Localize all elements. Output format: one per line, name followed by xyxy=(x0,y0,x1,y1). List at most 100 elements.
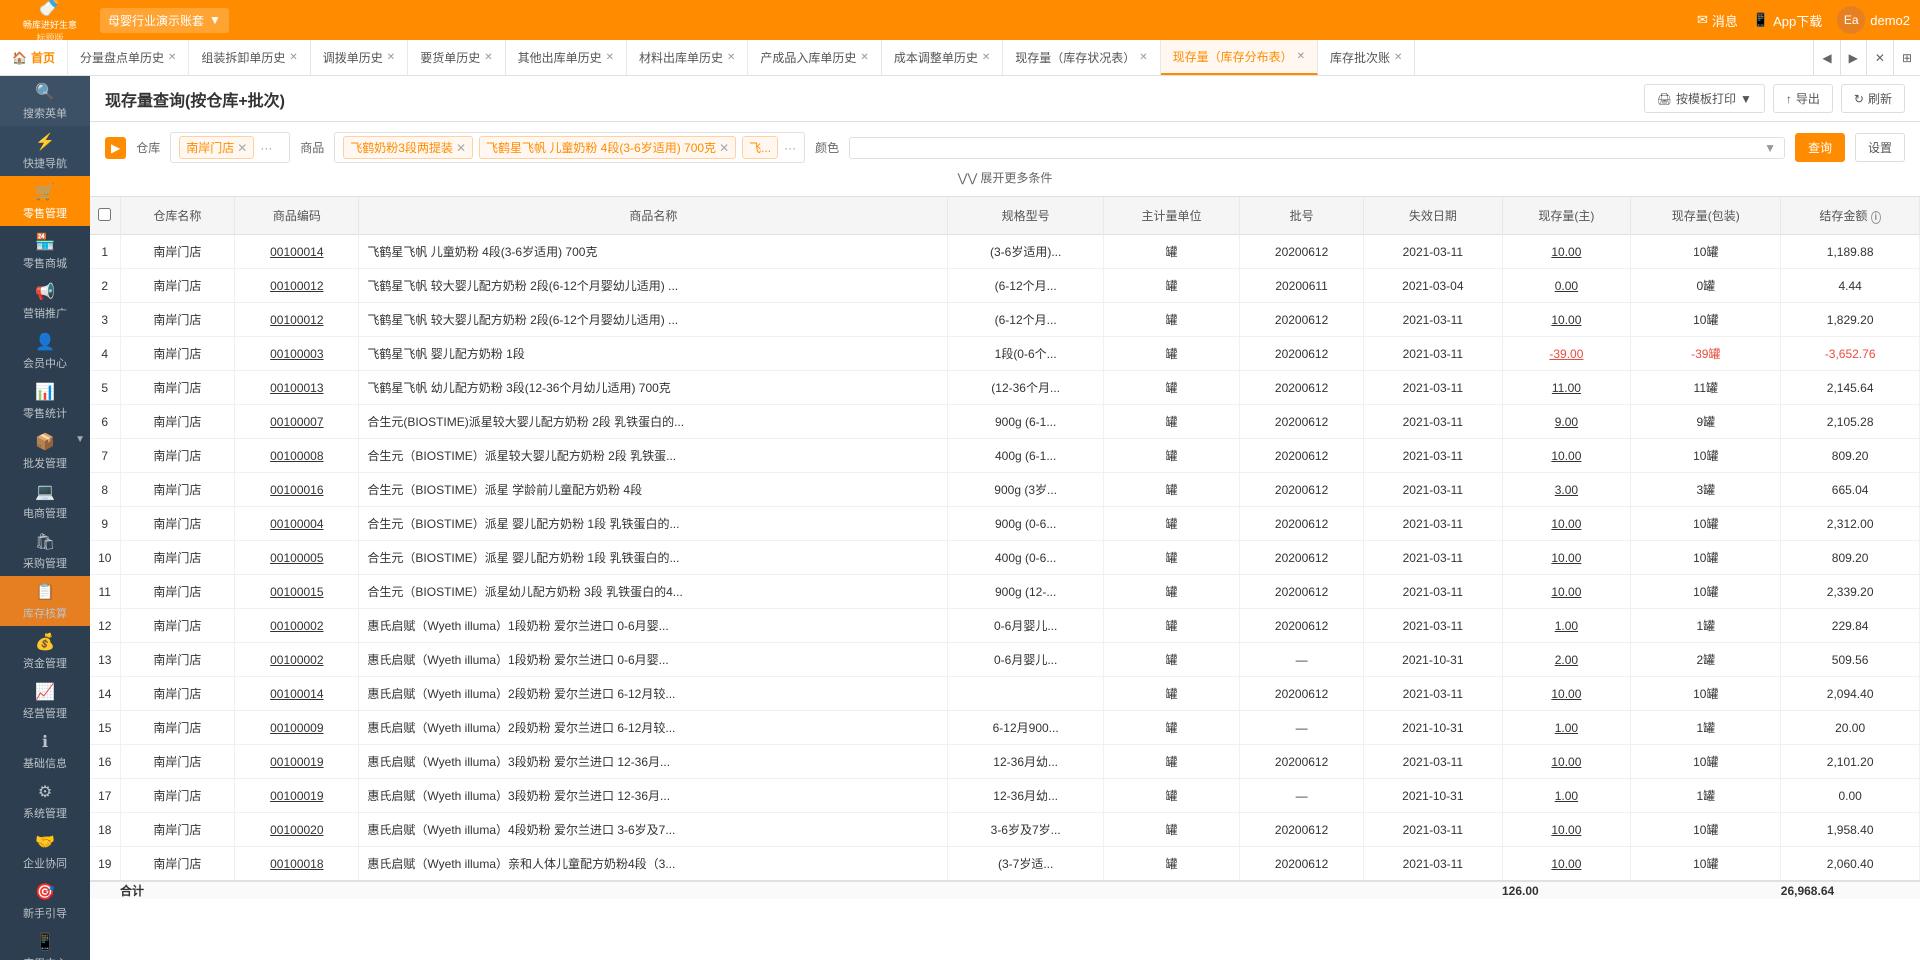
cell-qty-main[interactable]: 1.00 xyxy=(1502,711,1631,745)
tab-inventory-status[interactable]: 现存量（库存状况表） ✕ xyxy=(1003,40,1160,75)
app-download-label: App下载 xyxy=(1773,11,1822,30)
cell-qty-main[interactable]: 10.00 xyxy=(1502,439,1631,473)
close-icon[interactable]: ✕ xyxy=(289,52,297,63)
tab-inventory-dist[interactable]: 现存量（库存分布表） ✕ xyxy=(1161,40,1318,75)
cell-qty-main[interactable]: 1.00 xyxy=(1502,779,1631,813)
sidebar-item-collab[interactable]: 🤝 企业协同 xyxy=(0,826,90,876)
tab-cost-adjust[interactable]: 成本调整单历史 ✕ xyxy=(882,40,1003,75)
cell-qty-main[interactable]: 9.00 xyxy=(1502,405,1631,439)
sidebar-item-operation[interactable]: 📈 经营管理 xyxy=(0,676,90,726)
tab-material-out[interactable]: 材料出库单历史 ✕ xyxy=(627,40,748,75)
close-icon[interactable]: ✕ xyxy=(387,52,395,63)
company-selector[interactable]: 母婴行业演示账套 ▼ xyxy=(100,8,229,33)
filter-expand-btn[interactable]: ▶ xyxy=(105,137,126,159)
cell-code: 00100002 xyxy=(235,643,359,677)
cell-qty-main[interactable]: -39.00 xyxy=(1502,337,1631,371)
tab-next-btn[interactable]: ▶ xyxy=(1840,40,1866,76)
cell-unit: 罐 xyxy=(1104,473,1240,507)
sidebar-item-retail[interactable]: 🛒 零售管理 xyxy=(0,176,90,226)
cell-qty-main[interactable]: 0.00 xyxy=(1502,269,1631,303)
tab-home[interactable]: 🏠 首页 xyxy=(0,40,68,75)
product-filter[interactable]: 飞鹤奶粉3段两提装 ✕ 飞鹤星飞帆 儿童奶粉 4段(3-6岁适用) 700克 ✕… xyxy=(334,132,805,163)
sidebar-item-system[interactable]: ⚙ 系统管理 xyxy=(0,776,90,826)
sidebar-item-newbie[interactable]: 🎯 新手引导 xyxy=(0,876,90,926)
tab-close-btn[interactable]: ✕ xyxy=(1866,40,1893,76)
remove-product2-icon[interactable]: ✕ xyxy=(719,141,729,155)
tab-order[interactable]: 要货单历史 ✕ xyxy=(408,40,505,75)
export-button[interactable]: ↑ 导出 xyxy=(1773,84,1833,113)
tab-prev-btn[interactable]: ◀ xyxy=(1813,40,1839,76)
cell-qty-main[interactable]: 10.00 xyxy=(1502,507,1631,541)
remove-warehouse-icon[interactable]: ✕ xyxy=(237,141,247,155)
cell-qty-main[interactable]: 10.00 xyxy=(1502,745,1631,779)
sidebar-item-marketing[interactable]: 📢 营销推广 xyxy=(0,276,90,326)
tab-batch-ledger[interactable]: 库存批次账 ✕ xyxy=(1318,40,1415,75)
sidebar-item-quicknav[interactable]: ⚡ 快捷导航 xyxy=(0,126,90,176)
close-icon[interactable]: ✕ xyxy=(1297,51,1305,62)
cell-qty-main[interactable]: 1.00 xyxy=(1502,609,1631,643)
cell-batch: 20200612 xyxy=(1239,847,1363,882)
cell-qty-main[interactable]: 10.00 xyxy=(1502,235,1631,269)
remove-product1-icon[interactable]: ✕ xyxy=(456,141,466,155)
sidebar-item-basic[interactable]: ℹ 基础信息 xyxy=(0,726,90,776)
cell-qty-main[interactable]: 2.00 xyxy=(1502,643,1631,677)
tab-product-in[interactable]: 产成品入库单历史 ✕ xyxy=(748,40,881,75)
app-download-button[interactable]: 📱 App下载 xyxy=(1753,11,1822,30)
cell-unit: 罐 xyxy=(1104,337,1240,371)
product-tag3[interactable]: 飞... xyxy=(742,136,778,159)
close-icon[interactable]: ✕ xyxy=(1139,52,1147,63)
print-button[interactable]: 🖨 按模板打印 ▼ xyxy=(1644,84,1765,113)
tab-assembly[interactable]: 组装拆卸单历史 ✕ xyxy=(189,40,310,75)
sidebar-item-stats[interactable]: 📊 零售统计 xyxy=(0,376,90,426)
tab-more-btn[interactable]: ⊞ xyxy=(1893,40,1920,76)
cell-amount: 2,312.00 xyxy=(1781,507,1920,541)
cell-qty-main[interactable]: 10.00 xyxy=(1502,813,1631,847)
cell-warehouse: 南岸门店 xyxy=(120,711,235,745)
cell-qty-main[interactable]: 10.00 xyxy=(1502,303,1631,337)
cell-batch: 20200612 xyxy=(1239,337,1363,371)
tab-other-out[interactable]: 其他出库单历史 ✕ xyxy=(506,40,627,75)
close-icon[interactable]: ✕ xyxy=(168,52,176,63)
refresh-button[interactable]: ↻ 刷新 xyxy=(1841,84,1905,113)
cell-no: 17 xyxy=(90,779,120,813)
cell-qty-main[interactable]: 10.00 xyxy=(1502,541,1631,575)
color-filter[interactable]: ▼ xyxy=(849,137,1785,159)
sidebar-item-purchase[interactable]: 🛍 采购管理 xyxy=(0,526,90,576)
select-all-checkbox[interactable] xyxy=(98,208,111,221)
sidebar-item-wholesale[interactable]: 📦 批发管理 ▼ xyxy=(0,426,90,476)
cell-qty-main[interactable]: 10.00 xyxy=(1502,575,1631,609)
cell-qty-main[interactable]: 3.00 xyxy=(1502,473,1631,507)
warehouse-more-icon[interactable]: ··· xyxy=(260,141,272,155)
sidebar-item-inventory[interactable]: 📋 库存核算 xyxy=(0,576,90,626)
expand-more-btn[interactable]: ⋁⋁ 展开更多条件 xyxy=(958,169,1053,186)
close-icon[interactable]: ✕ xyxy=(727,52,735,63)
cell-qty-main[interactable]: 11.00 xyxy=(1502,371,1631,405)
col-check[interactable] xyxy=(90,197,120,235)
warehouse-filter[interactable]: 南岸门店 ✕ ··· xyxy=(170,132,290,163)
tab-transfer[interactable]: 调拨单历史 ✕ xyxy=(311,40,408,75)
logo-text: 畅库进好生意 xyxy=(23,18,77,31)
close-icon[interactable]: ✕ xyxy=(982,52,990,63)
sidebar-item-members[interactable]: 👤 会员中心 xyxy=(0,326,90,376)
message-button[interactable]: ✉ 消息 xyxy=(1697,11,1738,30)
close-icon[interactable]: ✕ xyxy=(860,52,868,63)
sidebar-item-shop[interactable]: 🏪 零售商城 xyxy=(0,226,90,276)
cell-qty-main[interactable]: 10.00 xyxy=(1502,847,1631,882)
product-tag2[interactable]: 飞鹤星飞帆 儿童奶粉 4段(3-6岁适用) 700克 ✕ xyxy=(479,136,736,159)
close-icon[interactable]: ✕ xyxy=(606,52,614,63)
sidebar-item-appstore[interactable]: 📱 应用中心 xyxy=(0,926,90,960)
product-tag1[interactable]: 飞鹤奶粉3段两提装 ✕ xyxy=(343,136,473,159)
tab-inventory-count[interactable]: 分量盘点单历史 ✕ xyxy=(68,40,189,75)
product-more-icon[interactable]: ··· xyxy=(784,141,796,155)
inventory-icon: 📋 xyxy=(35,582,55,602)
user-avatar[interactable]: Ea demo2 xyxy=(1837,6,1910,34)
sidebar-item-ecommerce[interactable]: 💻 电商管理 xyxy=(0,476,90,526)
sidebar-item-finance[interactable]: 💰 资金管理 xyxy=(0,626,90,676)
query-button[interactable]: 查询 xyxy=(1795,133,1845,162)
cell-qty-main[interactable]: 10.00 xyxy=(1502,677,1631,711)
warehouse-tag[interactable]: 南岸门店 ✕ xyxy=(179,136,254,159)
close-icon[interactable]: ✕ xyxy=(1394,52,1402,63)
sidebar-item-search[interactable]: 🔍 搜索英单 xyxy=(0,76,90,126)
close-icon[interactable]: ✕ xyxy=(484,52,492,63)
setting-button[interactable]: 设置 xyxy=(1855,133,1905,162)
